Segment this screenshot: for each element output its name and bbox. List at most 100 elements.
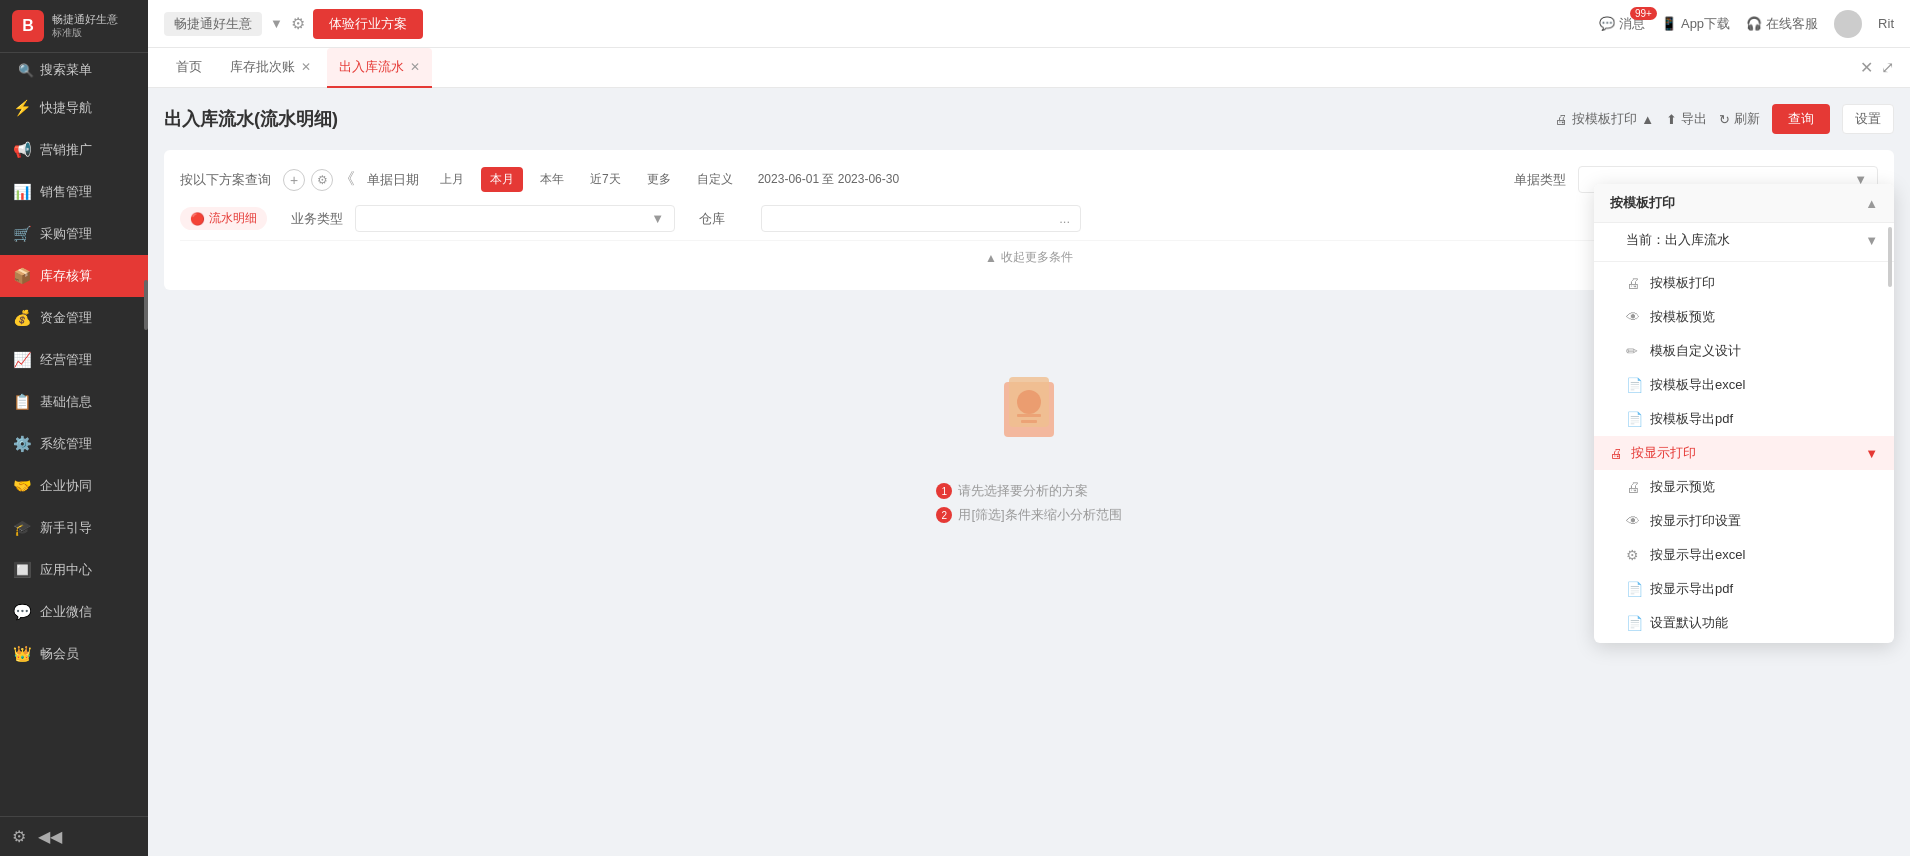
printer-icon-3: 🖨 xyxy=(1610,446,1623,461)
type-label: 单据类型 xyxy=(1514,171,1566,189)
sidebar-item-quick-nav[interactable]: ⚡ 快捷导航 xyxy=(0,87,148,129)
collapse-sidebar-icon[interactable]: ◀◀ xyxy=(38,827,62,846)
refresh-btn[interactable]: ↻ 刷新 xyxy=(1719,110,1760,128)
sidebar-item-sales[interactable]: 📊 销售管理 xyxy=(0,171,148,213)
sidebar-item-wechat[interactable]: 💬 企业微信 xyxy=(0,591,148,633)
tab-flow-close[interactable]: ✕ xyxy=(410,60,420,74)
marketing-icon: 📢 xyxy=(12,140,32,160)
system-icon: ⚙️ xyxy=(12,434,32,454)
tab-flow[interactable]: 出入库流水 ✕ xyxy=(327,48,432,88)
tab-batch-close[interactable]: ✕ xyxy=(301,60,311,74)
date-btn-this-year[interactable]: 本年 xyxy=(531,167,573,192)
settings-btn[interactable]: 设置 xyxy=(1842,104,1894,134)
quick-nav-icon: ⚡ xyxy=(12,98,32,118)
dropdown-item-display-print[interactable]: 🖨 按显示预览 xyxy=(1594,470,1894,504)
date-btn-7days[interactable]: 近7天 xyxy=(581,167,630,192)
chevron-up-icon: ▲ xyxy=(985,251,997,265)
topbar-right: 💬 消息 99+ 📱 App下载 🎧 在线客服 Rit xyxy=(1599,10,1894,38)
finance-icon: 💰 xyxy=(12,308,32,328)
item-label: 按模板预览 xyxy=(1650,308,1715,326)
dropdown-header: 按模板打印 ▲ xyxy=(1594,184,1894,223)
edit-icon: ✏ xyxy=(1626,343,1642,359)
dropdown-item-display-pdf[interactable]: 📄 设置默认功能 xyxy=(1594,606,1894,640)
sidebar-item-finance[interactable]: 💰 资金管理 xyxy=(0,297,148,339)
dropdown-item-display-preview[interactable]: 👁 按显示打印设置 xyxy=(1594,504,1894,538)
tab-home[interactable]: 首页 xyxy=(164,48,214,88)
tab-batch-account[interactable]: 库存批次账 ✕ xyxy=(218,48,323,88)
guide-icon: 🎓 xyxy=(12,518,32,538)
sidebar-search[interactable]: 🔍 搜索菜单 xyxy=(0,53,148,87)
inventory-icon: 📦 xyxy=(12,266,32,286)
sidebar-item-label: 采购管理 xyxy=(40,225,92,243)
dropdown-item-template-pdf[interactable]: 📄 按模板导出pdf xyxy=(1594,402,1894,436)
date-btn-prev-month[interactable]: 上月 xyxy=(431,167,473,192)
dropdown-section-display-print[interactable]: 🖨 按显示打印 ▼ xyxy=(1594,436,1894,470)
divider-1 xyxy=(1594,261,1894,262)
message-badge: 99+ xyxy=(1630,7,1657,20)
eye-icon-2: 👁 xyxy=(1626,513,1642,529)
sidebar-item-guide[interactable]: 🎓 新手引导 xyxy=(0,507,148,549)
section-arrow-down: ▼ xyxy=(1865,446,1878,461)
username: Rit xyxy=(1878,16,1894,31)
date-btn-more[interactable]: 更多 xyxy=(638,167,680,192)
sidebar-item-purchase[interactable]: 🛒 采购管理 xyxy=(0,213,148,255)
dropdown-item-display-excel[interactable]: 📄 按显示导出pdf xyxy=(1594,572,1894,606)
warehouse-field[interactable]: ... xyxy=(761,205,1081,232)
business-type-field[interactable]: ▼ xyxy=(355,205,675,232)
svg-rect-4 xyxy=(1021,420,1037,423)
topbar-gear-icon[interactable]: ⚙ xyxy=(291,14,305,33)
industry-btn[interactable]: 体验行业方案 xyxy=(313,9,423,39)
topbar-dropdown-icon[interactable]: ▼ xyxy=(270,16,283,31)
sidebar-item-member[interactable]: 👑 畅会员 xyxy=(0,633,148,675)
service-label: 在线客服 xyxy=(1766,15,1818,33)
dropdown-item-template-preview[interactable]: 👁 按模板预览 xyxy=(1594,300,1894,334)
online-service[interactable]: 🎧 在线客服 xyxy=(1746,15,1818,33)
collapse-label: 收起更多条件 xyxy=(1001,249,1073,266)
dropdown-item-template-print[interactable]: 🖨 按模板打印 xyxy=(1594,266,1894,300)
topbar-brand-name[interactable]: 畅捷通好生意 xyxy=(164,12,262,36)
app-download[interactable]: 📱 App下载 xyxy=(1661,15,1730,33)
sidebar-item-cooperation[interactable]: 🤝 企业协同 xyxy=(0,465,148,507)
filter-actions: + ⚙ 《 xyxy=(283,169,355,191)
business-type-label: 业务类型 xyxy=(291,210,343,228)
settings-icon[interactable]: ⚙ xyxy=(12,827,26,846)
basic-icon: 📋 xyxy=(12,392,32,412)
date-btn-custom[interactable]: 自定义 xyxy=(688,167,742,192)
dropdown-header-arrow[interactable]: ▲ xyxy=(1865,196,1878,211)
sidebar-item-marketing[interactable]: 📢 营销推广 xyxy=(0,129,148,171)
topbar: 畅捷通好生意 ▼ ⚙ 体验行业方案 💬 消息 99+ 📱 App下载 🎧 在线客… xyxy=(148,0,1910,48)
sidebar-item-label: 资金管理 xyxy=(40,309,92,327)
dropdown-item-template-excel[interactable]: 📄 按模板导出excel xyxy=(1594,368,1894,402)
filter-add-btn[interactable]: + xyxy=(283,169,305,191)
expand-btn[interactable]: ⤢ xyxy=(1881,58,1894,77)
sidebar-item-label: 销售管理 xyxy=(40,183,92,201)
sidebar-item-operations[interactable]: 📈 经营管理 xyxy=(0,339,148,381)
logo-icon: B xyxy=(12,10,44,42)
query-btn[interactable]: 查询 xyxy=(1772,104,1830,134)
sidebar-item-system[interactable]: ⚙️ 系统管理 xyxy=(0,423,148,465)
close-all-btn[interactable]: ✕ xyxy=(1860,58,1873,77)
filter-settings-btn[interactable]: ⚙ xyxy=(311,169,333,191)
tab-flow-label: 出入库流水 xyxy=(339,58,404,76)
user-avatar[interactable] xyxy=(1834,10,1862,38)
sidebar-item-inventory[interactable]: 📦 库存核算 xyxy=(0,255,148,297)
print-template-btn[interactable]: 🖨 按模板打印 ▲ xyxy=(1555,110,1654,128)
dropdown-current-item[interactable]: 当前：出入库流水 ▼ xyxy=(1594,223,1894,257)
message-area[interactable]: 💬 消息 99+ xyxy=(1599,15,1645,33)
dropdown-item-display-settings[interactable]: ⚙ 按显示导出excel xyxy=(1594,538,1894,572)
item-label: 按模板导出excel xyxy=(1650,376,1745,394)
export-btn[interactable]: ⬆ 导出 xyxy=(1666,110,1707,128)
date-btn-this-month[interactable]: 本月 xyxy=(481,167,523,192)
purchase-icon: 🛒 xyxy=(12,224,32,244)
filter-collapse-btn[interactable]: 《 xyxy=(339,169,355,190)
tabs-actions: ✕ ⤢ xyxy=(1860,58,1894,77)
print-template-chevron-up: ▲ xyxy=(1641,112,1654,127)
page-header: 出入库流水(流水明细) 🖨 按模板打印 ▲ ⬆ 导出 ↻ 刷新 xyxy=(164,104,1894,134)
sidebar-item-appstore[interactable]: 🔲 应用中心 xyxy=(0,549,148,591)
sidebar-item-basic[interactable]: 📋 基础信息 xyxy=(0,381,148,423)
printer-icon-4: 🖨 xyxy=(1626,479,1642,495)
dropdown-item-template-custom[interactable]: ✏ 模板自定义设计 xyxy=(1594,334,1894,368)
current-arrow: ▼ xyxy=(1865,233,1878,248)
filter-tag-detail[interactable]: 🔴 流水明细 xyxy=(180,207,267,230)
sidebar-item-label: 快捷导航 xyxy=(40,99,92,117)
